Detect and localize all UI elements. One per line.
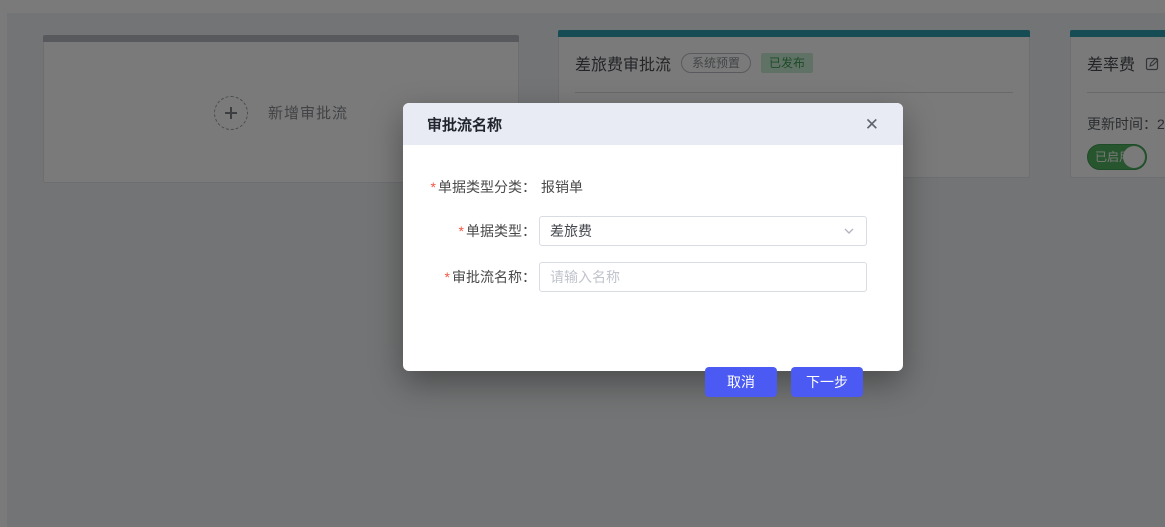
flow-name-input[interactable] — [539, 262, 867, 292]
flow-name-label: * 审批流名称： — [444, 269, 536, 285]
dialog-header: 审批流名称 ✕ — [403, 103, 903, 145]
dialog-title: 审批流名称 — [427, 116, 503, 134]
document-type-row: * 单据类型： 差旅费 — [403, 216, 867, 246]
category-label: * 单据类型分类： — [430, 179, 536, 195]
cancel-button[interactable]: 取消 — [705, 367, 777, 397]
approval-flow-name-dialog: 审批流名称 ✕ * 单据类型分类： 报销单 * 单据类型： 差旅费 * 审批流名… — [403, 103, 903, 397]
required-mark: * — [430, 179, 436, 195]
chevron-down-icon — [844, 228, 854, 234]
dialog-footer: 取消 下一步 — [403, 367, 863, 397]
next-step-button[interactable]: 下一步 — [791, 367, 863, 397]
required-mark: * — [458, 223, 464, 239]
approval-flow-page: 新增审批流 差旅费审批流 系统预置 已发布 审批流：开始-老板-会计-结束 差率… — [0, 0, 1165, 527]
document-type-label: * 单据类型： — [458, 223, 536, 239]
required-mark: * — [444, 269, 450, 285]
close-icon[interactable]: ✕ — [861, 112, 883, 137]
document-type-value: 差旅费 — [550, 223, 592, 239]
category-row: * 单据类型分类： 报销单 — [403, 177, 583, 197]
document-type-select[interactable]: 差旅费 — [539, 216, 867, 246]
flow-name-row: * 审批流名称： — [403, 262, 867, 292]
category-value: 报销单 — [541, 179, 583, 195]
